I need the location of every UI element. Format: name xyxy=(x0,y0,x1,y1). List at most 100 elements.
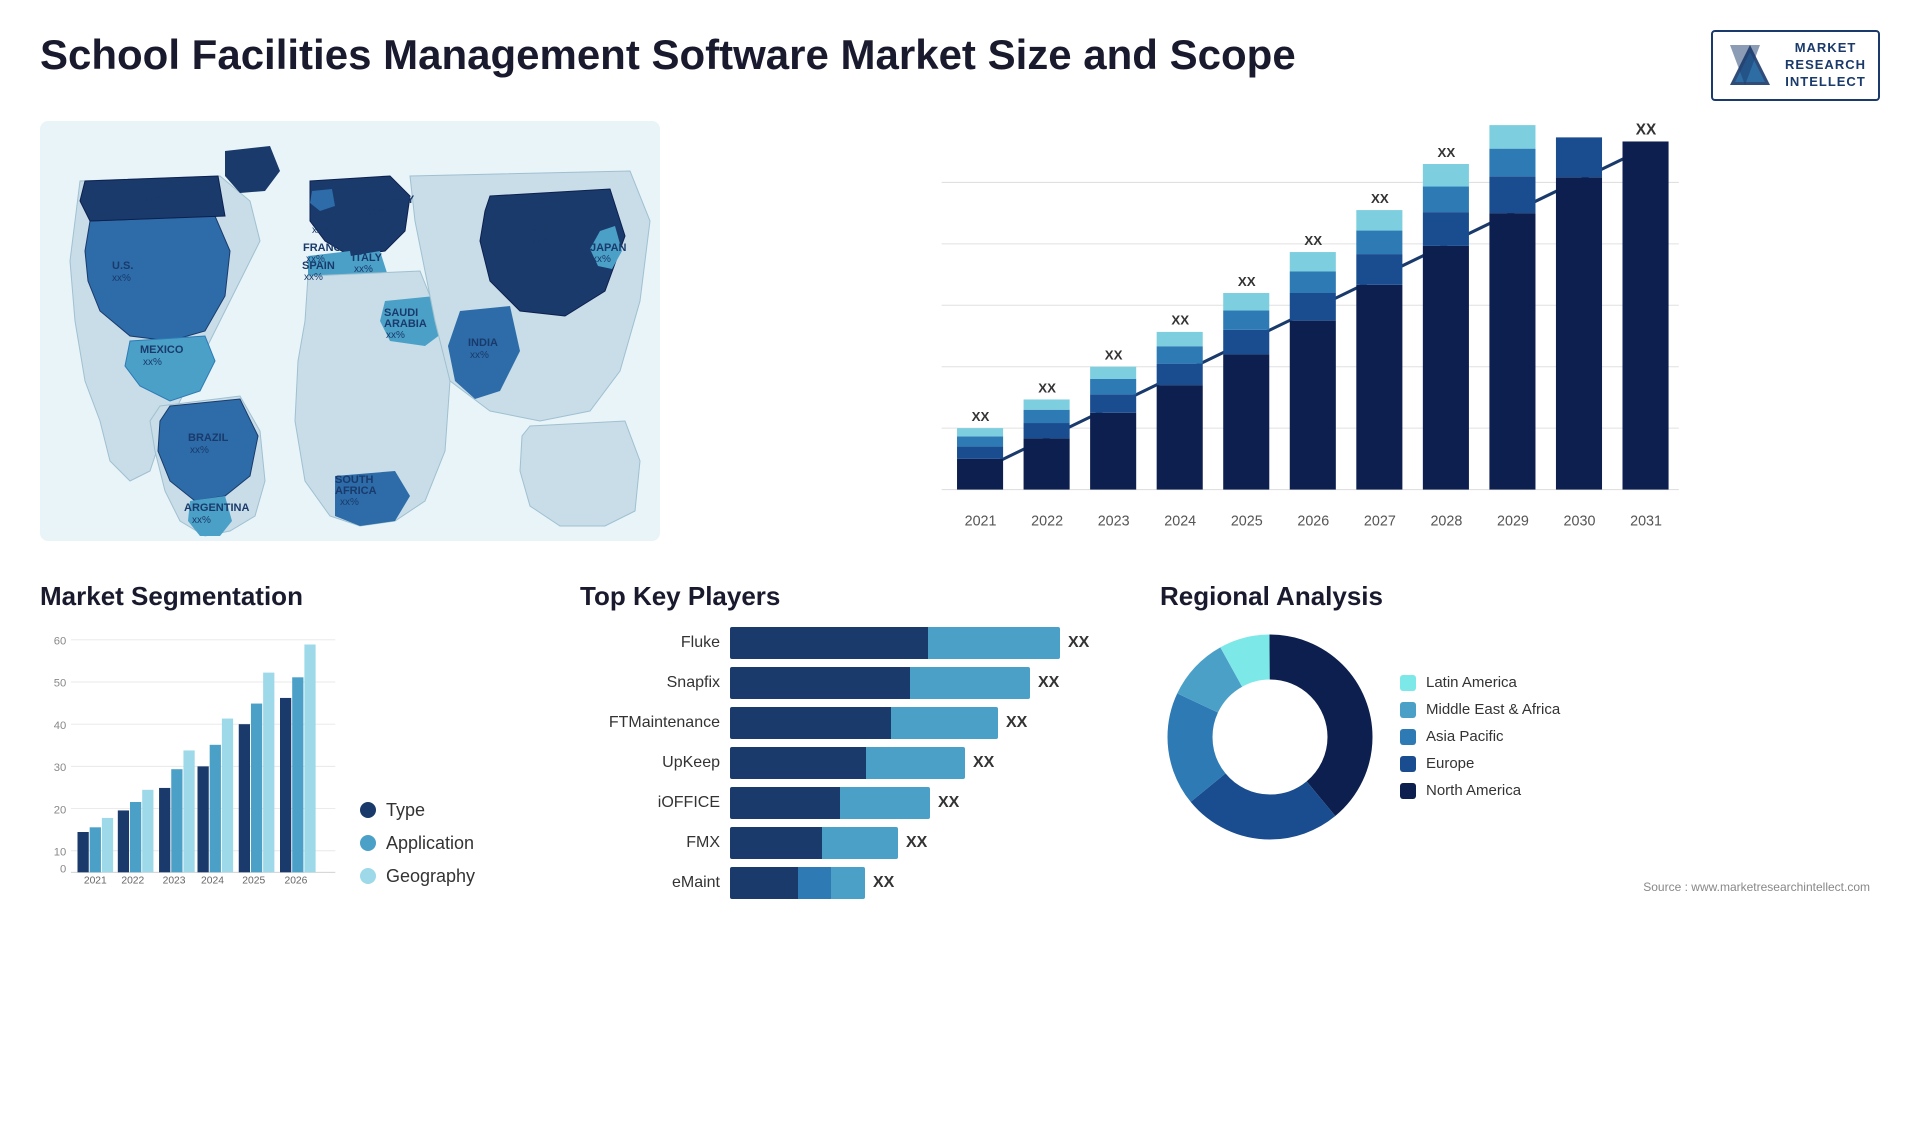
svg-text:XX: XX xyxy=(1038,380,1056,395)
player-value-ftmaintenance: XX xyxy=(1006,714,1027,732)
players-list: Fluke XX Snapfix xyxy=(580,627,1140,899)
svg-text:xx%: xx% xyxy=(470,350,489,361)
logo-icon xyxy=(1725,40,1775,90)
svg-text:U.K.: U.K. xyxy=(312,212,334,224)
svg-text:XX: XX xyxy=(1438,145,1456,160)
regional-legend: Latin America Middle East & Africa Asia … xyxy=(1400,674,1560,799)
svg-text:2026: 2026 xyxy=(284,875,307,886)
svg-text:2031: 2031 xyxy=(1630,513,1662,529)
source-text: Source : www.marketresearchintellect.com xyxy=(1643,880,1870,894)
svg-text:xx%: xx% xyxy=(112,273,131,284)
regional-title: Regional Analysis xyxy=(1160,581,1880,612)
svg-text:MEXICO: MEXICO xyxy=(140,344,184,356)
svg-text:xx%: xx% xyxy=(190,445,209,456)
legend-dot-na xyxy=(1400,783,1416,799)
map-section: CANADA xx% U.S. xx% MEXICO xx% BRAZIL xx… xyxy=(40,121,660,551)
svg-text:CHINA: CHINA xyxy=(528,222,563,234)
svg-text:JAPAN: JAPAN xyxy=(590,242,627,254)
legend-dot-application xyxy=(360,835,376,851)
svg-text:30: 30 xyxy=(54,762,67,774)
svg-text:XX: XX xyxy=(1504,121,1522,124)
svg-text:ITALY: ITALY xyxy=(352,252,383,264)
svg-text:0: 0 xyxy=(60,863,66,875)
legend-dot-type xyxy=(360,802,376,818)
svg-text:2026: 2026 xyxy=(1297,513,1329,529)
player-bar-upkeep: XX xyxy=(730,747,1140,779)
player-value-emaint: XX xyxy=(873,874,894,892)
logo-container: MARKET RESEARCH INTELLECT xyxy=(1711,30,1880,101)
svg-text:xx%: xx% xyxy=(143,357,162,368)
svg-text:xx%: xx% xyxy=(530,235,549,246)
legend-item-europe: Europe xyxy=(1400,755,1560,772)
svg-text:xx%: xx% xyxy=(192,515,211,526)
svg-text:U.S.: U.S. xyxy=(112,260,133,272)
svg-text:xx%: xx% xyxy=(366,206,385,217)
svg-text:2021: 2021 xyxy=(84,875,107,886)
svg-text:ARGENTINA: ARGENTINA xyxy=(184,502,249,514)
player-value-ioffice: XX xyxy=(938,794,959,812)
svg-text:xx%: xx% xyxy=(354,264,373,275)
svg-text:10: 10 xyxy=(54,846,67,858)
main-grid: CANADA xx% U.S. xx% MEXICO xx% BRAZIL xx… xyxy=(40,121,1880,899)
legend-item-latin-america: Latin America xyxy=(1400,674,1560,691)
player-name-ftmaintenance: FTMaintenance xyxy=(580,714,720,732)
regional-section: Regional Analysis xyxy=(1160,581,1880,899)
legend-item-middle-east: Middle East & Africa xyxy=(1400,701,1560,718)
svg-text:XX: XX xyxy=(1105,347,1123,362)
svg-text:FRANCE: FRANCE xyxy=(303,242,349,254)
svg-text:2025: 2025 xyxy=(242,875,265,886)
segmentation-legend: Type Application Geography xyxy=(360,800,475,887)
legend-dot-latin xyxy=(1400,675,1416,691)
svg-text:xx%: xx% xyxy=(312,225,331,236)
player-row-ioffice: iOFFICE XX xyxy=(580,787,1140,819)
regional-content: Latin America Middle East & Africa Asia … xyxy=(1160,627,1880,847)
svg-text:XX: XX xyxy=(1371,191,1389,206)
world-map-svg: CANADA xx% U.S. xx% MEXICO xx% BRAZIL xx… xyxy=(40,121,660,541)
legend-item-asia-pacific: Asia Pacific xyxy=(1400,728,1560,745)
player-name-ioffice: iOFFICE xyxy=(580,794,720,812)
svg-text:2030: 2030 xyxy=(1564,513,1596,529)
seg-chart-svg: 60 50 40 30 20 10 0 xyxy=(40,627,340,887)
svg-text:2023: 2023 xyxy=(1098,513,1130,529)
bottom-grid: Market Segmentation 60 50 40 30 20 10 0 xyxy=(40,581,1880,899)
svg-text:GERMANY: GERMANY xyxy=(358,194,415,206)
svg-text:2027: 2027 xyxy=(1364,513,1396,529)
svg-text:xx%: xx% xyxy=(340,497,359,508)
svg-text:20: 20 xyxy=(54,804,67,816)
svg-text:XX: XX xyxy=(1238,274,1256,289)
svg-text:CANADA: CANADA xyxy=(140,180,188,192)
legend-dot-europe xyxy=(1400,756,1416,772)
player-bar-ftmaintenance: XX xyxy=(730,707,1140,739)
players-title: Top Key Players xyxy=(580,581,1140,612)
svg-text:xx%: xx% xyxy=(592,254,611,265)
player-bar-fluke: XX xyxy=(730,627,1140,659)
svg-text:ARABIA: ARABIA xyxy=(384,318,427,330)
growth-chart-svg: 2021 XX 2022 XX 2023 XX xyxy=(720,121,1880,551)
seg-chart-container: 60 50 40 30 20 10 0 xyxy=(40,627,560,887)
legend-item-application: Application xyxy=(360,833,475,854)
svg-text:2025: 2025 xyxy=(1231,513,1263,529)
player-row-snapfix: Snapfix XX xyxy=(580,667,1140,699)
svg-text:2024: 2024 xyxy=(1164,513,1196,529)
svg-text:SPAIN: SPAIN xyxy=(302,260,335,272)
player-value-fluke: XX xyxy=(1068,634,1089,652)
svg-text:2024: 2024 xyxy=(201,875,224,886)
player-name-emaint: eMaint xyxy=(580,874,720,892)
svg-text:2029: 2029 xyxy=(1497,513,1529,529)
legend-dot-mea xyxy=(1400,702,1416,718)
legend-item-geography: Geography xyxy=(360,866,475,887)
page-container: School Facilities Management Software Ma… xyxy=(0,0,1920,1146)
player-row-fluke: Fluke XX xyxy=(580,627,1140,659)
players-section: Top Key Players Fluke XX xyxy=(580,581,1140,899)
legend-dot-apac xyxy=(1400,729,1416,745)
svg-text:2022: 2022 xyxy=(121,875,144,886)
svg-text:xx%: xx% xyxy=(304,272,323,283)
svg-text:XX: XX xyxy=(1304,233,1322,248)
player-bar-emaint: XX xyxy=(730,867,1140,899)
player-bar-snapfix: XX xyxy=(730,667,1140,699)
svg-text:xx%: xx% xyxy=(143,193,162,204)
logo-text: MARKET RESEARCH INTELLECT xyxy=(1785,40,1866,91)
svg-text:40: 40 xyxy=(54,720,67,732)
player-bar-ioffice: XX xyxy=(730,787,1140,819)
player-row-emaint: eMaint XX xyxy=(580,867,1140,899)
